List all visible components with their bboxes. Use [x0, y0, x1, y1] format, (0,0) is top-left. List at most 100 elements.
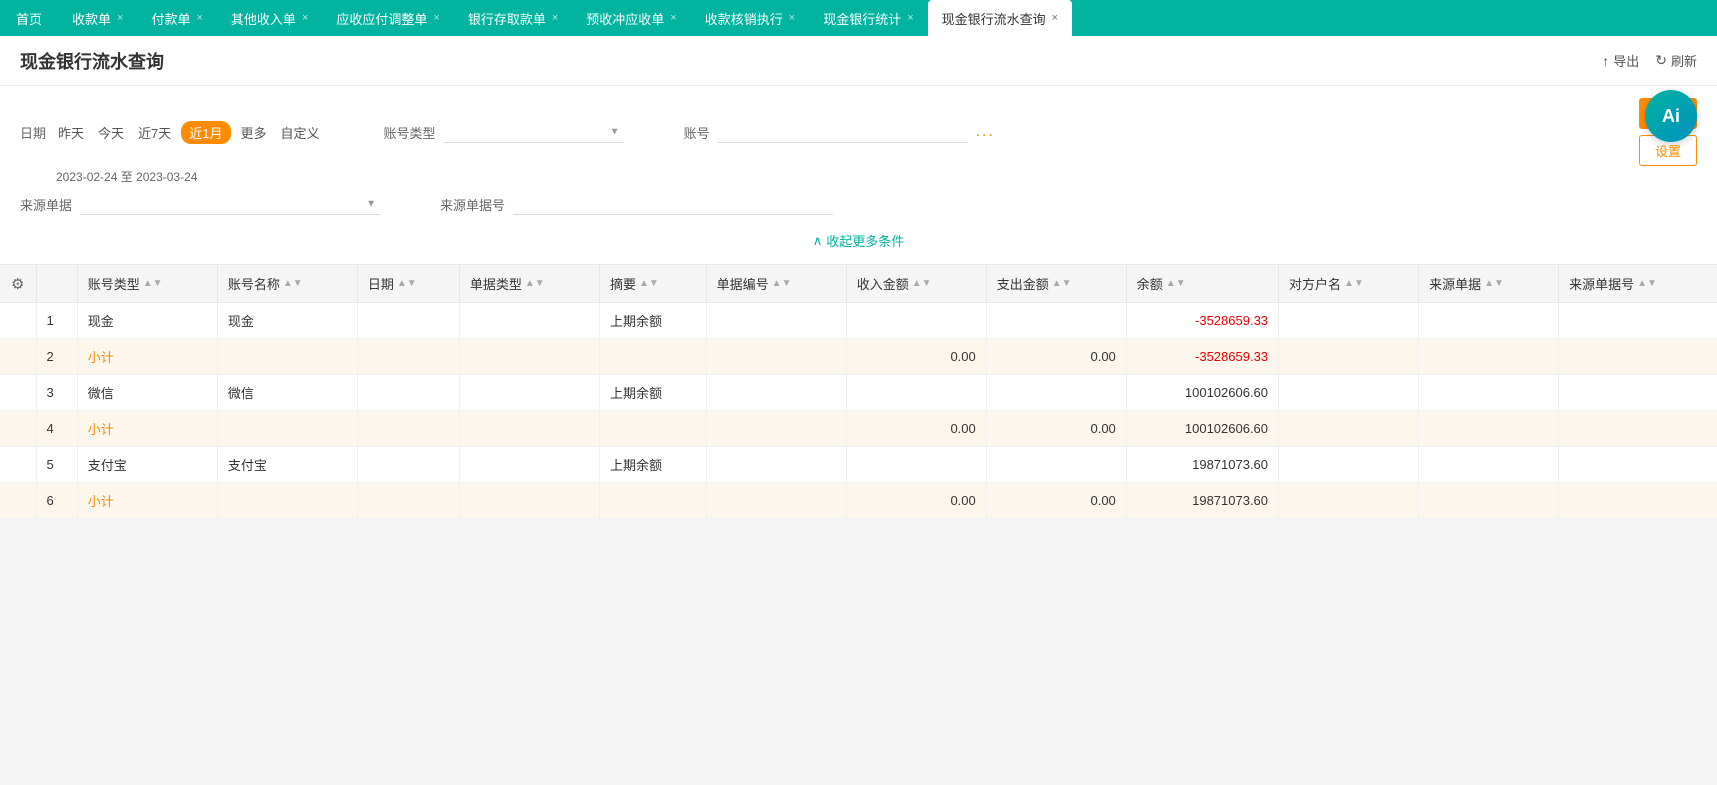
- th-doc-type[interactable]: 单据类型 ▲▼: [459, 265, 599, 303]
- cell-income: [846, 447, 986, 483]
- account-type-label: 账号类型: [384, 123, 436, 142]
- summary-sort-icon: ▲▼: [639, 279, 659, 289]
- shortcut-1month[interactable]: 近1月: [181, 121, 230, 144]
- cell-doc-no: [706, 411, 846, 447]
- shortcut-yesterday[interactable]: 昨天: [54, 121, 88, 144]
- account-ellipsis-button[interactable]: ...: [976, 123, 995, 141]
- nav-tab-2[interactable]: 其他收入单 ×: [217, 0, 322, 36]
- shortcut-more[interactable]: 更多: [237, 121, 271, 144]
- account-type-filter-group: 账号类型 现金 微信 支付宝 ▼: [384, 121, 624, 143]
- cell-income: [846, 375, 986, 411]
- source-doc-filter-group: 来源单据 ▼: [20, 193, 380, 215]
- cell-source-doc: [1419, 339, 1559, 375]
- account-type-select-wrapper: 现金 微信 支付宝 ▼: [444, 121, 624, 143]
- collapse-bar[interactable]: ∧ 收起更多条件: [20, 225, 1697, 252]
- th-summary[interactable]: 摘要 ▲▼: [599, 265, 706, 303]
- row-gear-cell: [0, 303, 36, 339]
- cell-income: 0.00: [846, 339, 986, 375]
- shortcut-today[interactable]: 今天: [94, 121, 128, 144]
- th-balance[interactable]: 余额 ▲▼: [1126, 265, 1278, 303]
- nav-tab-1[interactable]: 付款单 ×: [137, 0, 216, 36]
- account-input[interactable]: [718, 121, 968, 143]
- cell-account-type: 现金: [77, 303, 217, 339]
- close-tab-3-icon[interactable]: ×: [433, 12, 439, 24]
- th-account-type[interactable]: 账号类型 ▲▼: [77, 265, 217, 303]
- cell-date: [357, 447, 459, 483]
- shortcut-7days[interactable]: 近7天: [134, 121, 175, 144]
- column-settings-icon[interactable]: ⚙: [11, 276, 24, 293]
- cell-account-name: [217, 411, 357, 447]
- cell-expense: 0.00: [986, 483, 1126, 519]
- close-tab-7-icon[interactable]: ×: [907, 12, 913, 24]
- cell-doc-no: [706, 339, 846, 375]
- row-number: 2: [36, 339, 77, 375]
- cell-account-type: 微信: [77, 375, 217, 411]
- date-range-display: 2023-02-24 至 2023-03-24: [56, 168, 1697, 185]
- cell-date: [357, 411, 459, 447]
- source-doc-no-filter-group: 来源单据号: [440, 193, 833, 215]
- date-filter-group: 日期 昨天 今天 近7天 近1月 更多 自定义: [20, 121, 324, 144]
- close-tab-5-icon[interactable]: ×: [670, 12, 676, 24]
- close-tab-8-icon[interactable]: ×: [1052, 12, 1058, 24]
- close-tab-4-icon[interactable]: ×: [552, 12, 558, 24]
- cell-account-name: [217, 339, 357, 375]
- date-shortcuts: 昨天 今天 近7天 近1月 更多 自定义: [54, 121, 324, 144]
- th-doc-no[interactable]: 单据编号 ▲▼: [706, 265, 846, 303]
- date-label: 日期: [20, 123, 46, 142]
- cell-expense: 0.00: [986, 339, 1126, 375]
- table-row[interactable]: 2小计0.000.00-3528659.33: [0, 339, 1717, 375]
- cell-summary: [599, 483, 706, 519]
- cell-expense: [986, 375, 1126, 411]
- cell-doc-type: [459, 447, 599, 483]
- cell-source-doc: [1419, 375, 1559, 411]
- cell-doc-type: [459, 411, 599, 447]
- cell-summary: 上期余额: [599, 447, 706, 483]
- table-container: ⚙ 账号类型 ▲▼ 账号名称 ▲▼ 日期: [0, 265, 1717, 519]
- refresh-icon: ↻: [1655, 52, 1667, 69]
- th-source-doc[interactable]: 来源单据 ▲▼: [1419, 265, 1559, 303]
- cell-date: [357, 339, 459, 375]
- nav-tab-3[interactable]: 应收应付调整单 ×: [322, 0, 453, 36]
- th-date[interactable]: 日期 ▲▼: [357, 265, 459, 303]
- nav-tab-7[interactable]: 现金银行统计 ×: [809, 0, 927, 36]
- nav-tab-5[interactable]: 预收冲应收单 ×: [572, 0, 690, 36]
- cell-account-type: 小计: [77, 339, 217, 375]
- balance-sort-icon: ▲▼: [1166, 279, 1186, 289]
- th-income[interactable]: 收入金额 ▲▼: [846, 265, 986, 303]
- source-doc-select[interactable]: [80, 193, 380, 215]
- cell-balance: 19871073.60: [1126, 447, 1278, 483]
- doc-type-sort-icon: ▲▼: [525, 279, 545, 289]
- row-number: 5: [36, 447, 77, 483]
- close-tab-6-icon[interactable]: ×: [789, 12, 795, 24]
- refresh-button[interactable]: ↻ 刷新: [1655, 51, 1697, 70]
- account-type-select[interactable]: 现金 微信 支付宝: [444, 121, 624, 143]
- close-tab-2-icon[interactable]: ×: [302, 12, 308, 24]
- source-doc-no-input[interactable]: [513, 193, 833, 215]
- counterparty-sort-icon: ▲▼: [1344, 279, 1364, 289]
- nav-tab-4[interactable]: 银行存取款单 ×: [454, 0, 572, 36]
- row-number: 3: [36, 375, 77, 411]
- th-source-doc-no[interactable]: 来源单据号 ▲▼: [1559, 265, 1717, 303]
- table-row[interactable]: 5支付宝支付宝上期余额19871073.60: [0, 447, 1717, 483]
- table-row[interactable]: 1现金现金上期余额-3528659.33: [0, 303, 1717, 339]
- shortcut-custom[interactable]: 自定义: [277, 121, 324, 144]
- row-gear-cell: [0, 447, 36, 483]
- table-row[interactable]: 6小计0.000.0019871073.60: [0, 483, 1717, 519]
- nav-tab-6[interactable]: 收款核销执行 ×: [691, 0, 809, 36]
- th-counterparty[interactable]: 对方户名 ▲▼: [1279, 265, 1419, 303]
- ai-button[interactable]: Ai: [1645, 90, 1697, 142]
- cell-source-doc-no: [1559, 447, 1717, 483]
- table-row[interactable]: 3微信微信上期余额100102606.60: [0, 375, 1717, 411]
- cell-income: 0.00: [846, 411, 986, 447]
- th-account-name[interactable]: 账号名称 ▲▼: [217, 265, 357, 303]
- export-button[interactable]: ↑ 导出: [1602, 51, 1639, 70]
- close-tab-1-icon[interactable]: ×: [196, 12, 202, 24]
- table-header-row: ⚙ 账号类型 ▲▼ 账号名称 ▲▼ 日期: [0, 265, 1717, 303]
- table-row[interactable]: 4小计0.000.00100102606.60: [0, 411, 1717, 447]
- th-expense[interactable]: 支出金额 ▲▼: [986, 265, 1126, 303]
- nav-tab-0[interactable]: 收款单 ×: [58, 0, 137, 36]
- nav-home[interactable]: 首页: [0, 0, 58, 36]
- close-tab-0-icon[interactable]: ×: [117, 12, 123, 24]
- income-sort-icon: ▲▼: [912, 279, 932, 289]
- nav-tab-8[interactable]: 现金银行流水查询 ×: [928, 0, 1072, 36]
